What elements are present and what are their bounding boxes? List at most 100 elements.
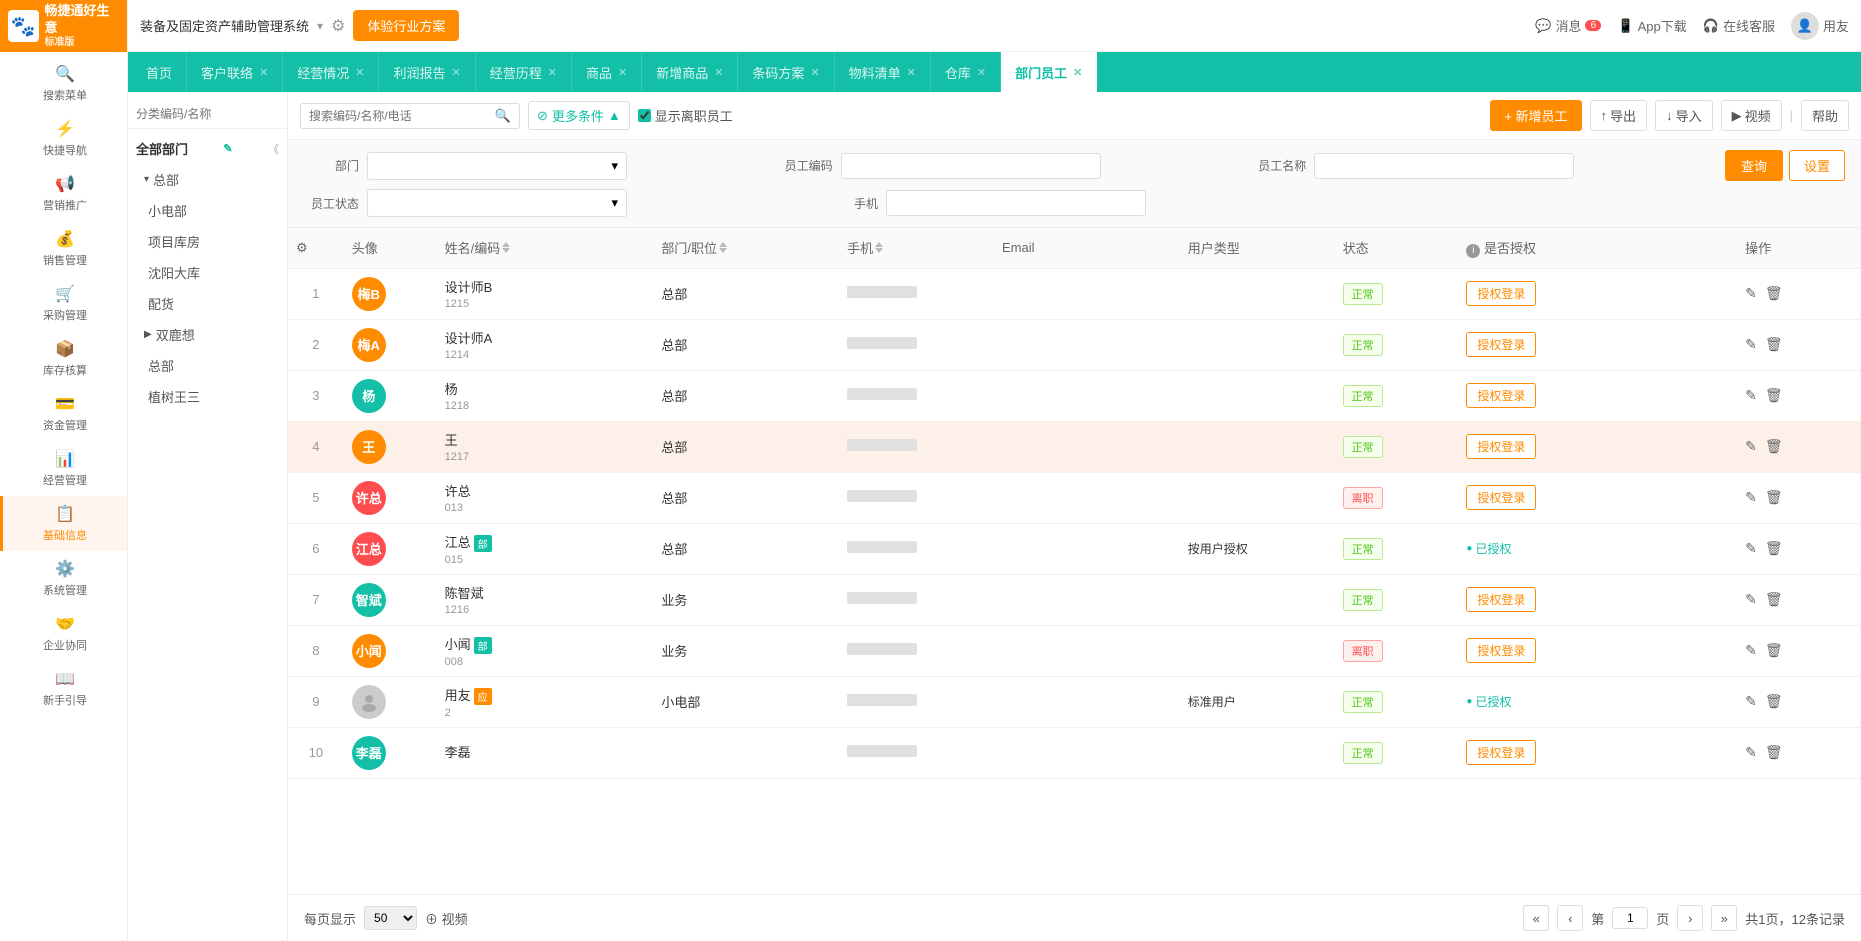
emp-name-input[interactable] (1314, 153, 1574, 179)
dept-search-input[interactable] (136, 107, 288, 121)
search-input[interactable] (309, 109, 491, 123)
edit-icon[interactable]: ✎ (1745, 387, 1757, 404)
edit-icon[interactable]: ✎ (223, 142, 232, 155)
tab-close-icon[interactable]: ✕ (355, 66, 364, 79)
tab-close-icon[interactable]: ✕ (977, 66, 986, 79)
dept-item-zongbu[interactable]: 总部 (128, 350, 287, 381)
tab-profit[interactable]: 利润报告 ✕ (379, 52, 475, 92)
emp-status-select[interactable]: ▾ (367, 189, 627, 217)
delete-icon[interactable]: 🗑 (1765, 336, 1783, 353)
edit-icon[interactable]: ✎ (1745, 489, 1757, 506)
tab-barcode[interactable]: 条码方案 ✕ (738, 52, 834, 92)
sidebar-item-quick-nav[interactable]: ⚡ 快捷导航 (0, 111, 127, 166)
delete-icon[interactable]: 🗑 (1765, 489, 1783, 506)
collapse-icon[interactable]: 《 (268, 141, 279, 157)
tab-new-goods[interactable]: 新增商品 ✕ (642, 52, 738, 92)
video-button[interactable]: ▶ 视频 (1721, 100, 1782, 131)
tab-history[interactable]: 经营历程 ✕ (476, 52, 572, 92)
tab-close-icon[interactable]: ✕ (548, 66, 557, 79)
delete-icon[interactable]: 🗑 (1765, 693, 1783, 710)
auth-button[interactable]: 授权登录 (1466, 332, 1536, 357)
show-resigned-input[interactable] (638, 109, 651, 122)
dept-group-header-zongbu[interactable]: ▾ 总部 (128, 164, 287, 195)
prev-page-btn[interactable]: ‹ (1557, 905, 1583, 931)
export-button[interactable]: ↑ 导出 (1590, 100, 1648, 131)
tab-home[interactable]: 首页 (132, 52, 187, 92)
emp-code-input[interactable] (841, 153, 1101, 179)
auth-button[interactable]: 授权登录 (1466, 281, 1536, 306)
delete-icon[interactable]: 🗑 (1765, 438, 1783, 455)
app-download-btn[interactable]: 📱 App下载 (1617, 16, 1686, 35)
tab-close-icon[interactable]: ✕ (810, 66, 819, 79)
sidebar-item-finance[interactable]: 💳 资金管理 (0, 386, 127, 441)
show-resigned-checkbox[interactable]: 显示离职员工 (638, 106, 733, 125)
tab-customer[interactable]: 客户联络 ✕ (187, 52, 283, 92)
sidebar-item-system[interactable]: ⚙️ 系统管理 (0, 551, 127, 606)
user-menu[interactable]: 👤 用友 (1791, 12, 1849, 40)
tab-close-icon[interactable]: ✕ (618, 66, 627, 79)
set-button[interactable]: 设置 (1789, 150, 1845, 181)
auth-button[interactable]: 授权登录 (1466, 434, 1536, 459)
auth-button[interactable]: 授权登录 (1466, 383, 1536, 408)
gear-icon[interactable]: ⚙ (331, 16, 345, 36)
tab-dept-employee[interactable]: 部门员工 ✕ (1001, 52, 1097, 92)
sidebar-item-marketing[interactable]: 📢 营销推广 (0, 166, 127, 221)
delete-icon[interactable]: 🗑 (1765, 642, 1783, 659)
search-icon[interactable]: 🔍 (495, 108, 511, 124)
tab-close-icon[interactable]: ✕ (259, 66, 268, 79)
delete-icon[interactable]: 🗑 (1765, 285, 1783, 302)
th-phone[interactable]: 手机 (839, 228, 994, 268)
dept-item-shenyang[interactable]: 沈阳大库 (128, 257, 287, 288)
page-nav-icon[interactable]: ⊕ 视频 (425, 909, 468, 928)
phone-input[interactable] (886, 190, 1146, 216)
trial-button[interactable]: 体验行业方案 (353, 10, 459, 41)
tab-close-icon[interactable]: ✕ (1073, 66, 1082, 79)
dept-item-project[interactable]: 项目库房 (128, 226, 287, 257)
auth-button[interactable]: 授权登录 (1466, 485, 1536, 510)
auth-button[interactable]: 授权登录 (1466, 587, 1536, 612)
dept-item-xiaodian[interactable]: 小电部 (128, 195, 287, 226)
import-button[interactable]: ↓ 导入 (1655, 100, 1713, 131)
delete-icon[interactable]: 🗑 (1765, 591, 1783, 608)
sidebar-item-guide[interactable]: 📖 新手引导 (0, 661, 127, 716)
edit-icon[interactable]: ✎ (1745, 285, 1757, 302)
delete-icon[interactable]: 🗑 (1765, 387, 1783, 404)
tab-goods[interactable]: 商品 ✕ (572, 52, 642, 92)
message-btn[interactable]: 💬 消息 6 (1535, 16, 1601, 35)
edit-icon[interactable]: ✎ (1745, 642, 1757, 659)
info-icon[interactable]: i (1466, 244, 1480, 258)
next-page-btn[interactable]: › (1677, 905, 1703, 931)
sidebar-item-search[interactable]: 🔍 搜索菜单 (0, 56, 127, 111)
page-input[interactable] (1612, 907, 1648, 929)
query-button[interactable]: 查询 (1725, 150, 1783, 181)
dept-group-shuanglu[interactable]: ▶ 双鹿想 (128, 319, 287, 350)
help-button[interactable]: 帮助 (1801, 100, 1849, 131)
tab-operation[interactable]: 经营情况 ✕ (283, 52, 379, 92)
th-dept-pos[interactable]: 部门/职位 (653, 228, 839, 268)
sidebar-item-operation[interactable]: 📊 经营管理 (0, 441, 127, 496)
tab-close-icon[interactable]: ✕ (714, 66, 723, 79)
delete-icon[interactable]: 🗑 (1765, 540, 1783, 557)
add-employee-button[interactable]: + 新增员工 (1490, 100, 1581, 131)
edit-icon[interactable]: ✎ (1745, 438, 1757, 455)
sidebar-item-enterprise[interactable]: 🤝 企业协同 (0, 606, 127, 661)
sidebar-item-basic-info[interactable]: 📋 基础信息 (0, 496, 127, 551)
tab-close-icon[interactable]: ✕ (907, 66, 916, 79)
dept-select[interactable]: ▾ (367, 152, 627, 180)
auth-button[interactable]: 授权登录 (1466, 638, 1536, 663)
all-dept-header[interactable]: 全部部门 ✎ 《 (128, 133, 287, 164)
edit-icon[interactable]: ✎ (1745, 744, 1757, 761)
edit-icon[interactable]: ✎ (1745, 540, 1757, 557)
tab-bom[interactable]: 物料清单 ✕ (835, 52, 931, 92)
tab-close-icon[interactable]: ✕ (452, 66, 461, 79)
page-size-select[interactable]: 50 20 100 (364, 906, 417, 930)
more-conditions-btn[interactable]: ⊘ 更多条件 ▲ (528, 101, 630, 130)
chevron-down-icon[interactable]: ▾ (317, 19, 323, 33)
delete-icon[interactable]: 🗑 (1765, 744, 1783, 761)
edit-icon[interactable]: ✎ (1745, 693, 1757, 710)
tab-warehouse[interactable]: 仓库 ✕ (931, 52, 1001, 92)
edit-icon[interactable]: ✎ (1745, 336, 1757, 353)
edit-icon[interactable]: ✎ (1745, 591, 1757, 608)
dept-item-zhishu[interactable]: 植树王三 (128, 381, 287, 412)
online-service-btn[interactable]: 🎧 在线客服 (1703, 16, 1775, 35)
